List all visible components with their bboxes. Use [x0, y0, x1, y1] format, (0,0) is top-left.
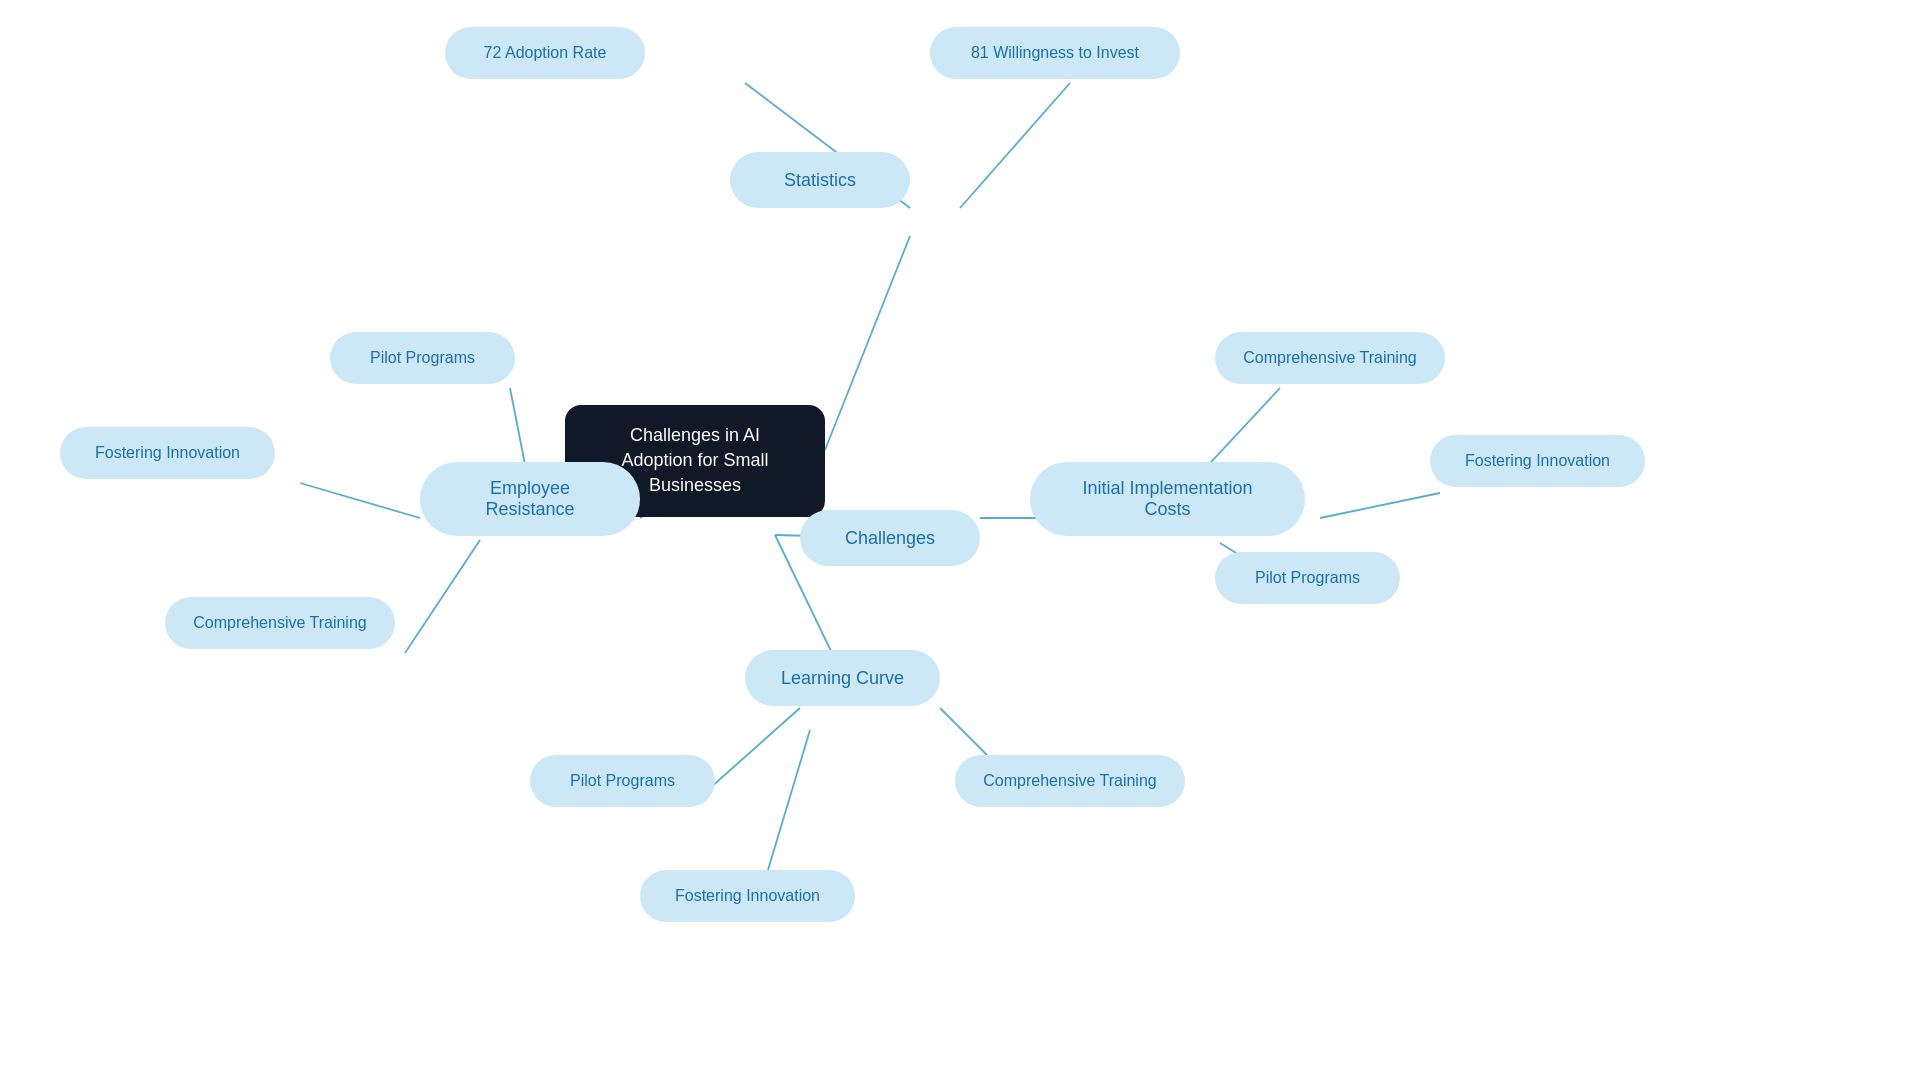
- initial-impl-costs-node[interactable]: Initial Implementation Costs: [1030, 462, 1305, 536]
- challenges-label: Challenges: [845, 528, 935, 549]
- line-empres-comptraining: [405, 540, 480, 653]
- initial-impl-costs-label: Initial Implementation Costs: [1058, 478, 1277, 520]
- comp-training-impl-label: Comprehensive Training: [1243, 349, 1416, 367]
- pilot-programs-lc-label: Pilot Programs: [570, 772, 675, 790]
- comp-training-impl-node[interactable]: Comprehensive Training: [1215, 332, 1445, 384]
- fostering-innov-impl-node[interactable]: Fostering Innovation: [1430, 435, 1645, 487]
- fostering-innov-impl-label: Fostering Innovation: [1465, 452, 1610, 470]
- pilot-programs-emp-label: Pilot Programs: [370, 349, 475, 367]
- comp-training-lc-node[interactable]: Comprehensive Training: [955, 755, 1185, 807]
- adoption-rate-label: 72 Adoption Rate: [484, 44, 607, 62]
- comp-training-emp-node[interactable]: Comprehensive Training: [165, 597, 395, 649]
- line-impl-foster: [1320, 493, 1440, 518]
- line-statistics-willingness: [960, 83, 1070, 208]
- fostering-innov-lc-node[interactable]: Fostering Innovation: [640, 870, 855, 922]
- mind-map: Challenges in AI Adoption for Small Busi…: [0, 0, 1920, 1083]
- willingness-node[interactable]: 81 Willingness to Invest: [930, 27, 1180, 79]
- learning-curve-node[interactable]: Learning Curve: [745, 650, 940, 706]
- comp-training-lc-label: Comprehensive Training: [983, 772, 1156, 790]
- pilot-programs-impl-label: Pilot Programs: [1255, 569, 1360, 587]
- pilot-programs-impl-node[interactable]: Pilot Programs: [1215, 552, 1400, 604]
- learning-curve-label: Learning Curve: [781, 668, 904, 689]
- adoption-rate-node[interactable]: 72 Adoption Rate: [445, 27, 645, 79]
- employee-resistance-label: Employee Resistance: [448, 478, 612, 520]
- pilot-programs-emp-node[interactable]: Pilot Programs: [330, 332, 515, 384]
- willingness-label: 81 Willingness to Invest: [971, 44, 1139, 62]
- line-lc-foster: [765, 730, 810, 880]
- fostering-innovation-emp-label: Fostering Innovation: [95, 444, 240, 462]
- statistics-label: Statistics: [784, 170, 856, 191]
- pilot-programs-lc-node[interactable]: Pilot Programs: [530, 755, 715, 807]
- comp-training-emp-label: Comprehensive Training: [193, 614, 366, 632]
- line-lc-pilot: [710, 708, 800, 788]
- employee-resistance-node[interactable]: Employee Resistance: [420, 462, 640, 536]
- line-empres-foster: [300, 483, 420, 518]
- fostering-innov-lc-label: Fostering Innovation: [675, 887, 820, 905]
- statistics-node[interactable]: Statistics: [730, 152, 910, 208]
- challenges-node[interactable]: Challenges: [800, 510, 980, 566]
- line-center-statistics: [825, 236, 910, 450]
- fostering-innovation-emp-node[interactable]: Fostering Innovation: [60, 427, 275, 479]
